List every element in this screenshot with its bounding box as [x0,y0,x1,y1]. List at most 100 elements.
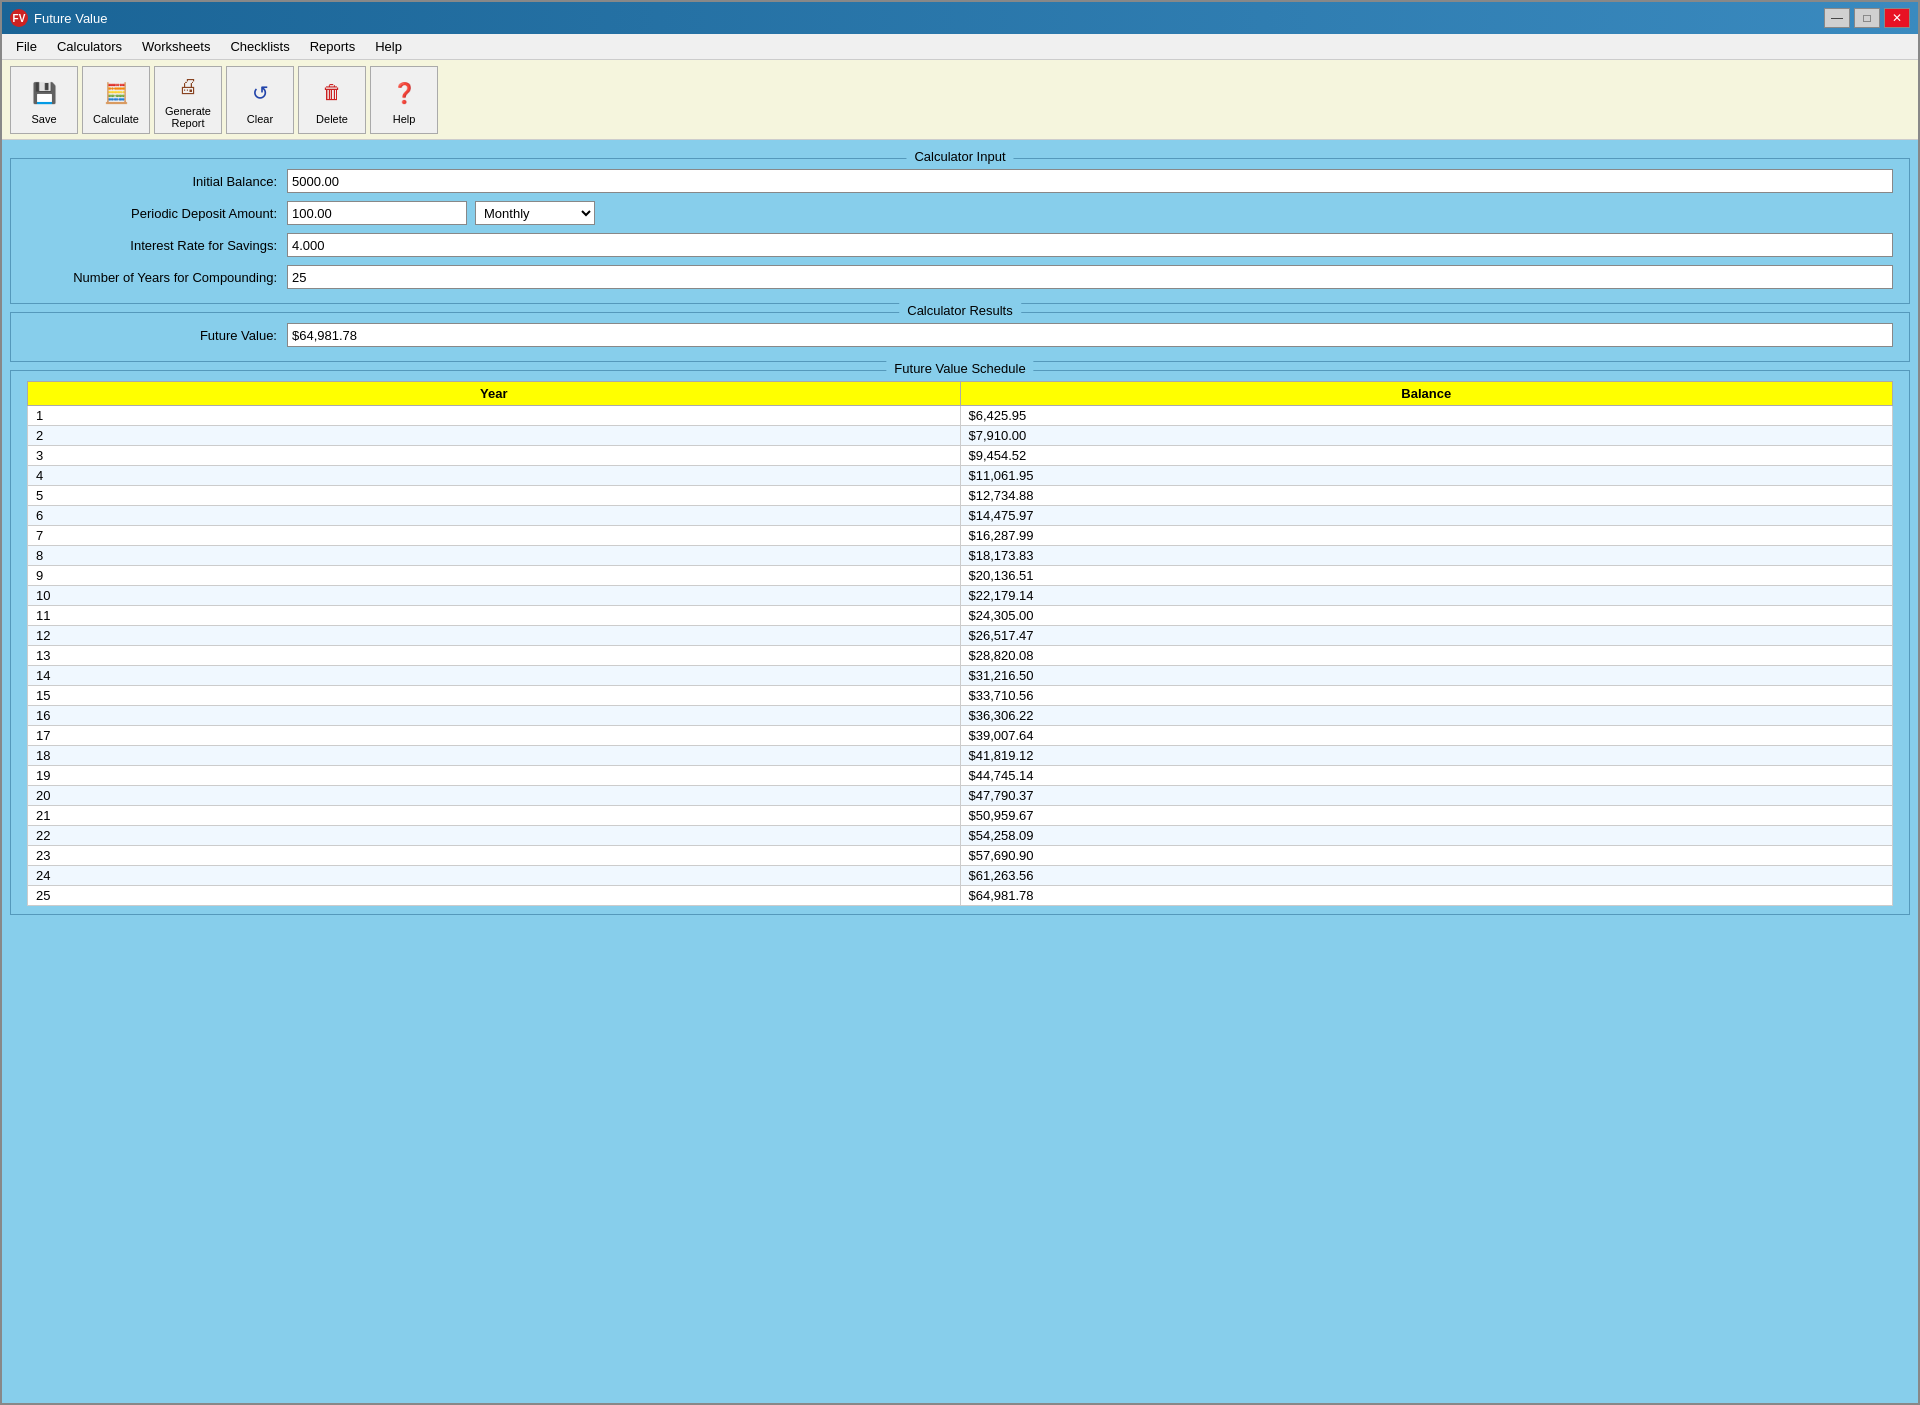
toolbar: 💾 Save 🧮 Calculate 🖨 Generate Report ↺ C… [2,60,1918,140]
year-cell: 4 [28,466,961,486]
calculate-label: Calculate [93,113,139,125]
year-cell: 20 [28,786,961,806]
help-icon: ❓ [386,75,422,111]
year-cell: 13 [28,646,961,666]
save-button[interactable]: 💾 Save [10,66,78,134]
calculator-input-legend: Calculator Input [906,149,1013,164]
balance-cell: $64,981.78 [960,886,1893,906]
app-icon: FV [10,9,28,27]
year-cell: 6 [28,506,961,526]
menu-worksheets[interactable]: Worksheets [132,36,220,57]
title-bar-left: FV Future Value [10,9,107,27]
clear-icon: ↺ [242,75,278,111]
clear-button[interactable]: ↺ Clear [226,66,294,134]
help-button[interactable]: ❓ Help [370,66,438,134]
generate-report-button[interactable]: 🖨 Generate Report [154,66,222,134]
periodic-deposit-label: Periodic Deposit Amount: [27,206,287,221]
menu-reports[interactable]: Reports [300,36,366,57]
year-cell: 11 [28,606,961,626]
calculator-results-section: Calculator Results Future Value: [10,312,1910,362]
balance-cell: $50,959.67 [960,806,1893,826]
delete-icon: 🗑 [314,75,350,111]
table-row: 20 $47,790.37 [28,786,1893,806]
balance-cell: $57,690.90 [960,846,1893,866]
menu-help[interactable]: Help [365,36,412,57]
balance-cell: $7,910.00 [960,426,1893,446]
periodic-deposit-row: Periodic Deposit Amount: Monthly Weekly … [27,201,1893,225]
periodic-deposit-input[interactable] [287,201,467,225]
year-cell: 17 [28,726,961,746]
balance-cell: $24,305.00 [960,606,1893,626]
year-cell: 23 [28,846,961,866]
menu-file[interactable]: File [6,36,47,57]
title-controls: — □ ✕ [1824,8,1910,28]
balance-cell: $39,007.64 [960,726,1893,746]
table-row: 16 $36,306.22 [28,706,1893,726]
help-label: Help [393,113,416,125]
year-cell: 7 [28,526,961,546]
year-cell: 5 [28,486,961,506]
table-row: 14 $31,216.50 [28,666,1893,686]
balance-column-header: Balance [960,382,1893,406]
initial-balance-label: Initial Balance: [27,174,287,189]
balance-cell: $41,819.12 [960,746,1893,766]
year-cell: 22 [28,826,961,846]
table-row: 3 $9,454.52 [28,446,1893,466]
save-label: Save [31,113,56,125]
table-row: 13 $28,820.08 [28,646,1893,666]
interest-rate-label: Interest Rate for Savings: [27,238,287,253]
frequency-dropdown[interactable]: Monthly Weekly Bi-Weekly Semi-Monthly Qu… [475,201,595,225]
years-input[interactable] [287,265,1893,289]
table-row: 8 $18,173.83 [28,546,1893,566]
balance-cell: $18,173.83 [960,546,1893,566]
calculate-button[interactable]: 🧮 Calculate [82,66,150,134]
menu-calculators[interactable]: Calculators [47,36,132,57]
balance-cell: $28,820.08 [960,646,1893,666]
table-row: 15 $33,710.56 [28,686,1893,706]
year-column-header: Year [28,382,961,406]
schedule-table: Year Balance 1 $6,425.95 2 $7,910.00 3 $… [27,381,1893,906]
table-row: 4 $11,061.95 [28,466,1893,486]
table-row: 22 $54,258.09 [28,826,1893,846]
calculator-results-legend: Calculator Results [899,303,1021,318]
table-row: 23 $57,690.90 [28,846,1893,866]
balance-cell: $9,454.52 [960,446,1893,466]
table-row: 17 $39,007.64 [28,726,1893,746]
balance-cell: $14,475.97 [960,506,1893,526]
balance-cell: $6,425.95 [960,406,1893,426]
generate-report-icon: 🖨 [170,71,206,103]
window-title: Future Value [34,11,107,26]
minimize-button[interactable]: — [1824,8,1850,28]
balance-cell: $54,258.09 [960,826,1893,846]
interest-rate-input[interactable] [287,233,1893,257]
schedule-legend: Future Value Schedule [886,361,1033,376]
initial-balance-row: Initial Balance: [27,169,1893,193]
year-cell: 21 [28,806,961,826]
balance-cell: $16,287.99 [960,526,1893,546]
year-cell: 18 [28,746,961,766]
year-cell: 2 [28,426,961,446]
main-window: FV Future Value — □ ✕ File Calculators W… [0,0,1920,1405]
schedule-header-row: Year Balance [28,382,1893,406]
menu-checklists[interactable]: Checklists [220,36,299,57]
initial-balance-input[interactable] [287,169,1893,193]
balance-cell: $44,745.14 [960,766,1893,786]
year-cell: 3 [28,446,961,466]
calculate-icon: 🧮 [98,75,134,111]
year-cell: 25 [28,886,961,906]
schedule-body: 1 $6,425.95 2 $7,910.00 3 $9,454.52 4 $1… [28,406,1893,906]
table-row: 5 $12,734.88 [28,486,1893,506]
menu-bar: File Calculators Worksheets Checklists R… [2,34,1918,60]
save-icon: 💾 [26,75,62,111]
close-button[interactable]: ✕ [1884,8,1910,28]
years-label: Number of Years for Compounding: [27,270,287,285]
balance-cell: $36,306.22 [960,706,1893,726]
table-row: 12 $26,517.47 [28,626,1893,646]
delete-button[interactable]: 🗑 Delete [298,66,366,134]
balance-cell: $12,734.88 [960,486,1893,506]
future-value-input[interactable] [287,323,1893,347]
main-content: Calculator Input Initial Balance: Period… [2,140,1918,1403]
year-cell: 1 [28,406,961,426]
title-bar: FV Future Value — □ ✕ [2,2,1918,34]
maximize-button[interactable]: □ [1854,8,1880,28]
